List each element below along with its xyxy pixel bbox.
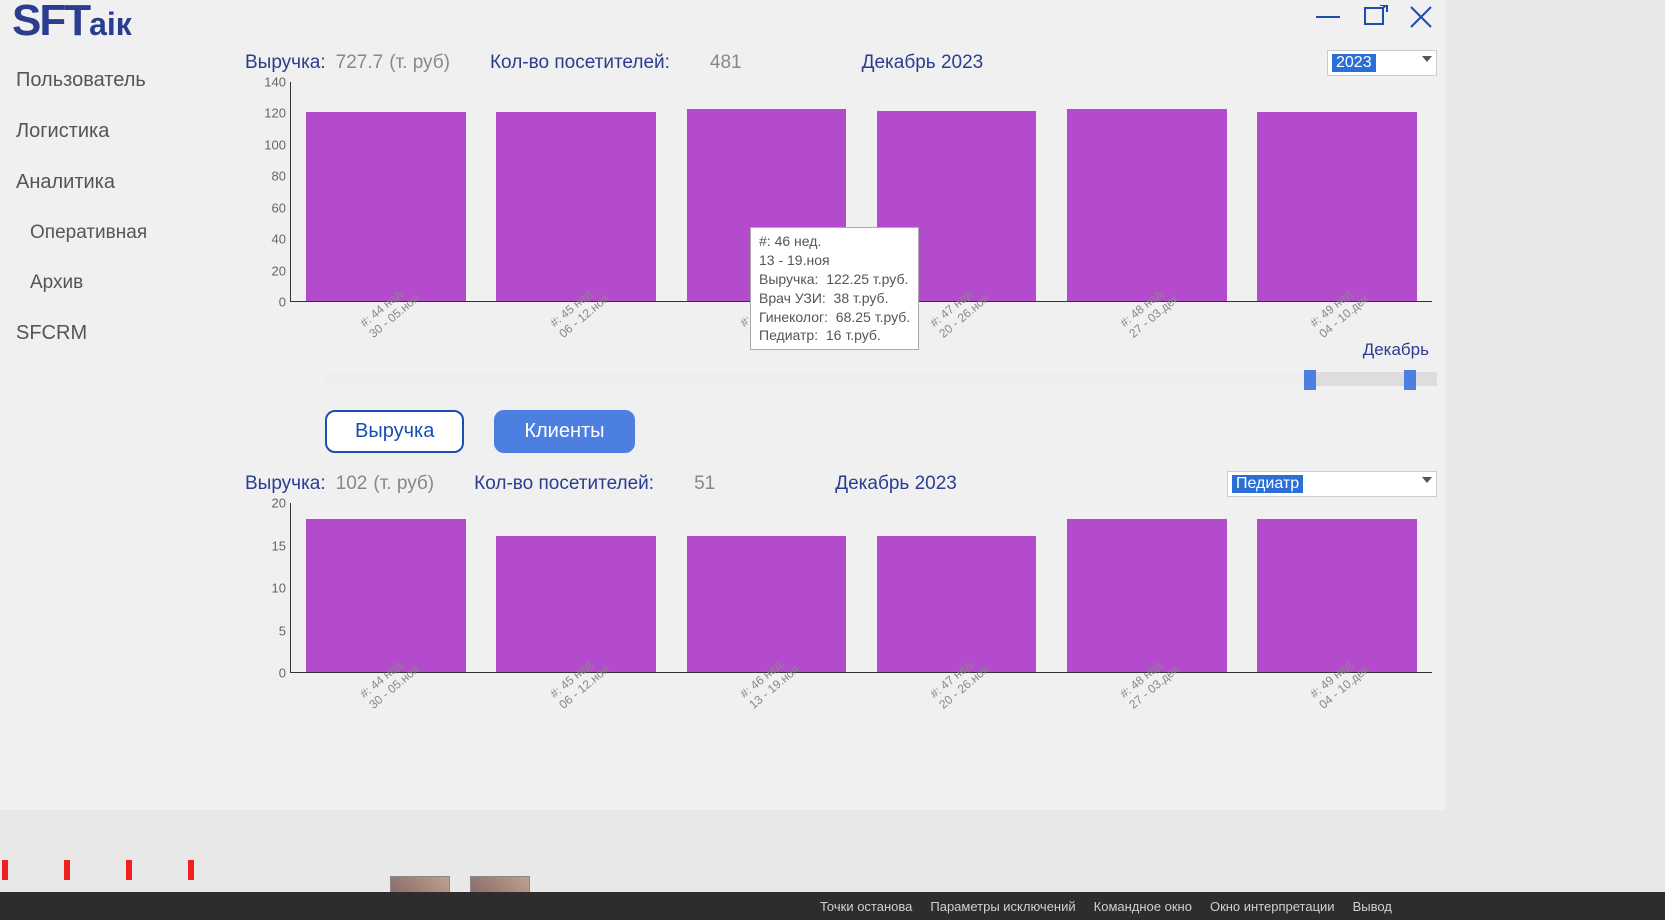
range-slider[interactable]: [325, 372, 1437, 386]
visitors-label-2: Кол-во посетителей:: [474, 473, 654, 495]
chevron-down-icon: [1422, 477, 1432, 483]
chart-bar[interactable]: [1257, 112, 1417, 301]
revenue-value-2: 102: [336, 473, 368, 495]
chevron-down-icon: [1422, 56, 1432, 62]
year-select[interactable]: 2023: [1327, 50, 1437, 76]
toggle-buttons: Выручка Клиенты: [325, 410, 1437, 453]
period-label-2: Декабрь 2023: [835, 473, 957, 495]
visitors-value-2: 51: [694, 473, 715, 495]
range-handle-left[interactable]: [1304, 370, 1316, 390]
taskbar-item[interactable]: Точки останова: [820, 899, 912, 914]
revenue-label-2: Выручка:: [245, 473, 326, 495]
revenue-chart: 020406080100120140 #: 44 нед. 30 - 05.но…: [245, 82, 1437, 352]
y-axis: 05101520: [245, 503, 290, 673]
visitors-value: 481: [710, 52, 742, 74]
sidebar-item-sfcrm[interactable]: SFCRM: [8, 308, 233, 359]
minimize-icon[interactable]: [1311, 2, 1347, 32]
maximize-icon[interactable]: [1357, 2, 1393, 32]
app-logo: SFTаік: [12, 0, 132, 46]
taskbar-item[interactable]: Вывод: [1353, 899, 1392, 914]
range-track: [325, 372, 1304, 386]
revenue-unit-2: (т. руб): [373, 473, 434, 495]
taskbar-item[interactable]: Окно интерпретации: [1210, 899, 1335, 914]
sidebar: Пользователь Логистика Аналитика Операти…: [8, 55, 233, 359]
period-label: Декабрь 2023: [862, 52, 984, 74]
chart-bar[interactable]: [306, 112, 466, 301]
ide-taskbar: Точки останова Параметры исключений Кома…: [0, 892, 1665, 920]
sidebar-item-operative[interactable]: Оперативная: [8, 208, 233, 258]
toggle-revenue-button[interactable]: Выручка: [325, 410, 464, 453]
y-axis: 020406080100120140: [245, 82, 290, 302]
chart-bar[interactable]: [687, 536, 847, 672]
app-window: SFTаік Пользователь Логистика Аналитика …: [0, 0, 1445, 810]
chart-bar[interactable]: [1257, 519, 1417, 672]
range-handle-right[interactable]: [1404, 370, 1416, 390]
doctor-select-value: Педиатр: [1232, 475, 1303, 493]
sidebar-item-user[interactable]: Пользователь: [8, 55, 233, 106]
year-select-value: 2023: [1332, 54, 1376, 72]
content-area: Выручка: 727.7 (т. руб) Кол-во посетител…: [245, 50, 1437, 802]
decorative-ticks: [2, 860, 194, 890]
chart-bar[interactable]: [496, 112, 656, 301]
sidebar-item-archive[interactable]: Архив: [8, 258, 233, 308]
taskbar-item[interactable]: Командное окно: [1094, 899, 1192, 914]
chart-bar[interactable]: [306, 519, 466, 672]
sidebar-item-analytics[interactable]: Аналитика: [8, 157, 233, 208]
chart-bar[interactable]: [1067, 519, 1227, 672]
doctor-revenue-chart: 05101520 #: 44 нед. 30 - 05.ноя#: 45 нед…: [245, 503, 1437, 723]
chart-bar[interactable]: [1067, 109, 1227, 301]
toggle-clients-button[interactable]: Клиенты: [494, 410, 634, 453]
range-slider-zone: Декабрь: [325, 362, 1437, 392]
plot-area: #: 44 нед. 30 - 05.ноя#: 45 нед. 06 - 12…: [290, 503, 1432, 673]
range-label: Декабрь: [1363, 340, 1429, 360]
doctor-select[interactable]: Педиатр: [1227, 471, 1437, 497]
taskbar-item[interactable]: Параметры исключений: [930, 899, 1075, 914]
sidebar-item-logistics[interactable]: Логистика: [8, 106, 233, 157]
chart-tooltip: #: 46 нед. 13 - 19.ноя Выручка: 122.25 т…: [750, 227, 919, 350]
chart-bar[interactable]: [877, 536, 1037, 672]
visitors-label: Кол-во посетителей:: [490, 52, 670, 74]
revenue-unit: (т. руб): [389, 52, 450, 74]
chart-bar[interactable]: [496, 536, 656, 672]
stats-row-bottom: Выручка: 102 (т. руб) Кол-во посетителей…: [245, 471, 1437, 497]
stats-row-top: Выручка: 727.7 (т. руб) Кол-во посетител…: [245, 50, 1437, 76]
revenue-value: 727.7: [336, 52, 384, 74]
revenue-label: Выручка:: [245, 52, 326, 74]
close-icon[interactable]: [1403, 2, 1439, 32]
window-controls: [1311, 2, 1439, 32]
